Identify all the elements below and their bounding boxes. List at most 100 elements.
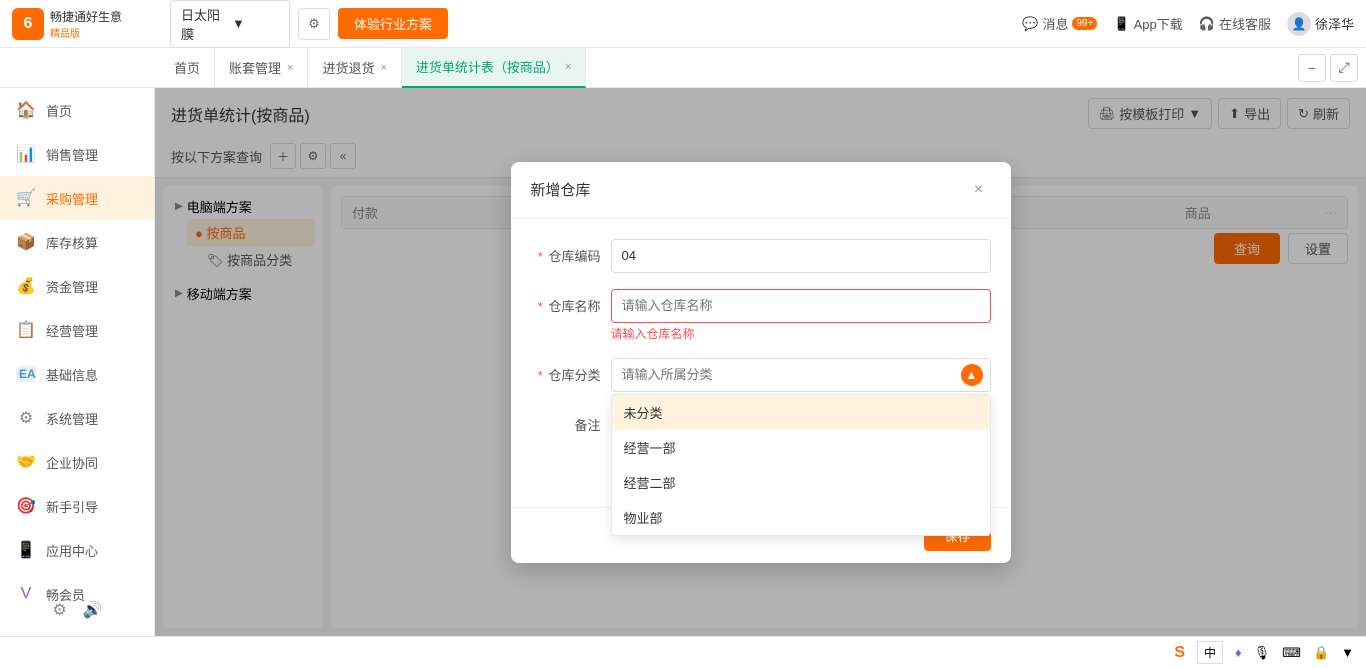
sidebar-inventory-label: 库存核算 bbox=[46, 233, 98, 252]
sidebar-home-label: 首页 bbox=[46, 101, 72, 120]
message-icon: 💬 bbox=[1022, 16, 1038, 32]
warehouse-name-control: 请输入仓库名称 bbox=[611, 289, 991, 342]
logo-icon: 6 bbox=[12, 8, 44, 40]
user-item[interactable]: 👤 徐泽华 bbox=[1287, 12, 1354, 36]
dropdown-item-property[interactable]: 物业部 bbox=[612, 500, 990, 535]
headset-icon: 🎧 bbox=[1199, 16, 1215, 32]
modal-title: 新增仓库 bbox=[531, 179, 591, 200]
store-name: 日太阳膜 bbox=[181, 5, 228, 43]
required-mark-1: * bbox=[538, 249, 543, 264]
warehouse-code-input[interactable] bbox=[611, 239, 991, 273]
sidebar-item-purchase[interactable]: 🛒 采购管理 bbox=[0, 176, 154, 220]
status-mic-icon[interactable]: 🎙 bbox=[1254, 645, 1271, 661]
message-item[interactable]: 💬 消息 99+ bbox=[1022, 14, 1097, 33]
modal-close-button[interactable]: × bbox=[967, 178, 991, 202]
tab-account-label: 账套管理 bbox=[229, 58, 281, 77]
warehouse-name-row: * 仓库名称 请输入仓库名称 bbox=[531, 289, 991, 342]
warehouse-name-error: 请输入仓库名称 bbox=[611, 325, 991, 342]
header-right: 💬 消息 99+ 📱 App下载 🎧 在线客服 👤 徐泽华 bbox=[1022, 12, 1354, 36]
sidebar-sales-label: 销售管理 bbox=[46, 145, 98, 164]
dropdown-item-dept1[interactable]: 经营一部 bbox=[612, 430, 990, 465]
tab-bar-right: − ⤢ bbox=[1298, 54, 1366, 82]
sidebar-settings-icon[interactable]: ⚙ bbox=[52, 600, 66, 620]
online-service-item[interactable]: 🎧 在线客服 bbox=[1199, 14, 1271, 33]
tab-account[interactable]: 账套管理 × bbox=[215, 48, 308, 88]
tab-minimize-button[interactable]: − bbox=[1298, 54, 1326, 82]
sidebar-finance-label: 资金管理 bbox=[46, 277, 98, 296]
sidebar-guide-label: 新手引导 bbox=[46, 497, 98, 516]
settings-button[interactable]: ⚙ bbox=[298, 8, 330, 40]
sidebar-enterprise-label: 企业协同 bbox=[46, 453, 98, 472]
sidebar-system-label: 系统管理 bbox=[46, 409, 98, 428]
mobile-icon: 📱 bbox=[1113, 16, 1129, 32]
tab-return[interactable]: 进货退货 × bbox=[308, 48, 401, 88]
status-dot-icon[interactable]: ♦ bbox=[1235, 645, 1242, 660]
dropdown-arrow-icon: ▼ bbox=[232, 16, 279, 31]
tab-account-close[interactable]: × bbox=[287, 62, 293, 74]
modal-header: 新增仓库 × bbox=[511, 162, 1011, 219]
logo-badge: 精品版 bbox=[50, 25, 122, 40]
warehouse-category-label: * 仓库分类 bbox=[531, 358, 601, 384]
tab-expand-button[interactable]: ⤢ bbox=[1330, 54, 1358, 82]
dropdown-item-uncategorized[interactable]: 未分类 bbox=[612, 395, 990, 430]
sidebar-item-finance[interactable]: 💰 资金管理 bbox=[0, 264, 154, 308]
status-zh-label[interactable]: 中 bbox=[1197, 641, 1223, 664]
warehouse-category-input[interactable] bbox=[611, 358, 991, 392]
system-icon: ⚙ bbox=[16, 408, 36, 428]
sidebar-item-basic-info[interactable]: EA 基础信息 bbox=[0, 352, 154, 396]
warehouse-category-control: ▲ 未分类 经营一部 经营二部 物业部 bbox=[611, 358, 991, 392]
online-service-label: 在线客服 bbox=[1219, 14, 1271, 33]
user-name: 徐泽华 bbox=[1315, 14, 1354, 33]
new-warehouse-modal: 新增仓库 × * 仓库编码 bbox=[511, 162, 1011, 563]
logo-area: 6 畅捷通好生意 精品版 bbox=[12, 8, 162, 40]
category-dropdown: 未分类 经营一部 经营二部 物业部 bbox=[611, 394, 991, 536]
guide-icon: 🎯 bbox=[16, 496, 36, 516]
user-avatar-icon: 👤 bbox=[1287, 12, 1311, 36]
warehouse-name-input[interactable] bbox=[611, 289, 991, 323]
modal-overlay: 新增仓库 × * 仓库编码 bbox=[155, 88, 1366, 636]
sidebar-item-apps[interactable]: 📱 应用中心 bbox=[0, 528, 154, 572]
modal-body: * 仓库编码 * 仓库名称 bbox=[511, 219, 1011, 507]
status-keyboard-icon[interactable]: ⌨ bbox=[1282, 645, 1301, 661]
sidebar-item-enterprise[interactable]: 🤝 企业协同 bbox=[0, 440, 154, 484]
required-mark-2: * bbox=[538, 299, 543, 314]
sidebar: 🏠 首页 📊 销售管理 🛒 采购管理 📦 库存核算 💰 资金管理 📋 经营管理 … bbox=[0, 88, 155, 636]
trial-button[interactable]: 体验行业方案 bbox=[338, 8, 448, 39]
sidebar-operations-label: 经营管理 bbox=[46, 321, 98, 340]
finance-icon: 💰 bbox=[16, 276, 36, 296]
app-download-label: App下载 bbox=[1134, 14, 1183, 33]
tab-return-close[interactable]: × bbox=[380, 62, 386, 74]
app-download-item[interactable]: 📱 App下载 bbox=[1113, 14, 1182, 33]
sidebar-item-home[interactable]: 🏠 首页 bbox=[0, 88, 154, 132]
warehouse-code-control bbox=[611, 239, 991, 273]
status-arrow-icon[interactable]: ▼ bbox=[1341, 645, 1354, 660]
status-lock-icon[interactable]: 🔒 bbox=[1313, 645, 1329, 661]
sidebar-item-inventory[interactable]: 📦 库存核算 bbox=[0, 220, 154, 264]
sidebar-item-sales[interactable]: 📊 销售管理 bbox=[0, 132, 154, 176]
enterprise-icon: 🤝 bbox=[16, 452, 36, 472]
tab-return-label: 进货退货 bbox=[322, 58, 374, 77]
status-s-icon: S bbox=[1174, 644, 1185, 662]
sidebar-item-system[interactable]: ⚙ 系统管理 bbox=[0, 396, 154, 440]
sidebar-bottom: ⚙ 🔊 bbox=[0, 592, 155, 628]
operations-icon: 📋 bbox=[16, 320, 36, 340]
sidebar-basic-info-label: 基础信息 bbox=[46, 365, 98, 384]
top-header: 6 畅捷通好生意 精品版 日太阳膜 ▼ ⚙ 体验行业方案 💬 消息 99+ 📱 … bbox=[0, 0, 1366, 48]
basic-info-icon: EA bbox=[16, 366, 36, 382]
sidebar-volume-icon[interactable]: 🔊 bbox=[83, 600, 103, 620]
tab-home[interactable]: 首页 bbox=[160, 48, 215, 88]
message-badge: 99+ bbox=[1072, 17, 1097, 30]
category-dropdown-toggle[interactable]: ▲ bbox=[961, 364, 983, 386]
apps-icon: 📱 bbox=[16, 540, 36, 560]
warehouse-code-label: * 仓库编码 bbox=[531, 239, 601, 265]
warehouse-category-select-wrap: ▲ bbox=[611, 358, 991, 392]
sidebar-apps-label: 应用中心 bbox=[46, 541, 98, 560]
status-bar: S 中 ♦ 🎙 ⌨ 🔒 ▼ bbox=[0, 636, 1366, 668]
store-selector[interactable]: 日太阳膜 ▼ bbox=[170, 0, 290, 48]
dropdown-item-dept2[interactable]: 经营二部 bbox=[612, 465, 990, 500]
sidebar-item-operations[interactable]: 📋 经营管理 bbox=[0, 308, 154, 352]
sidebar-item-guide[interactable]: 🎯 新手引导 bbox=[0, 484, 154, 528]
tab-stats-close[interactable]: × bbox=[565, 61, 571, 73]
tab-stats[interactable]: 进货单统计表（按商品） × bbox=[402, 48, 586, 88]
purchase-icon: 🛒 bbox=[16, 188, 36, 208]
